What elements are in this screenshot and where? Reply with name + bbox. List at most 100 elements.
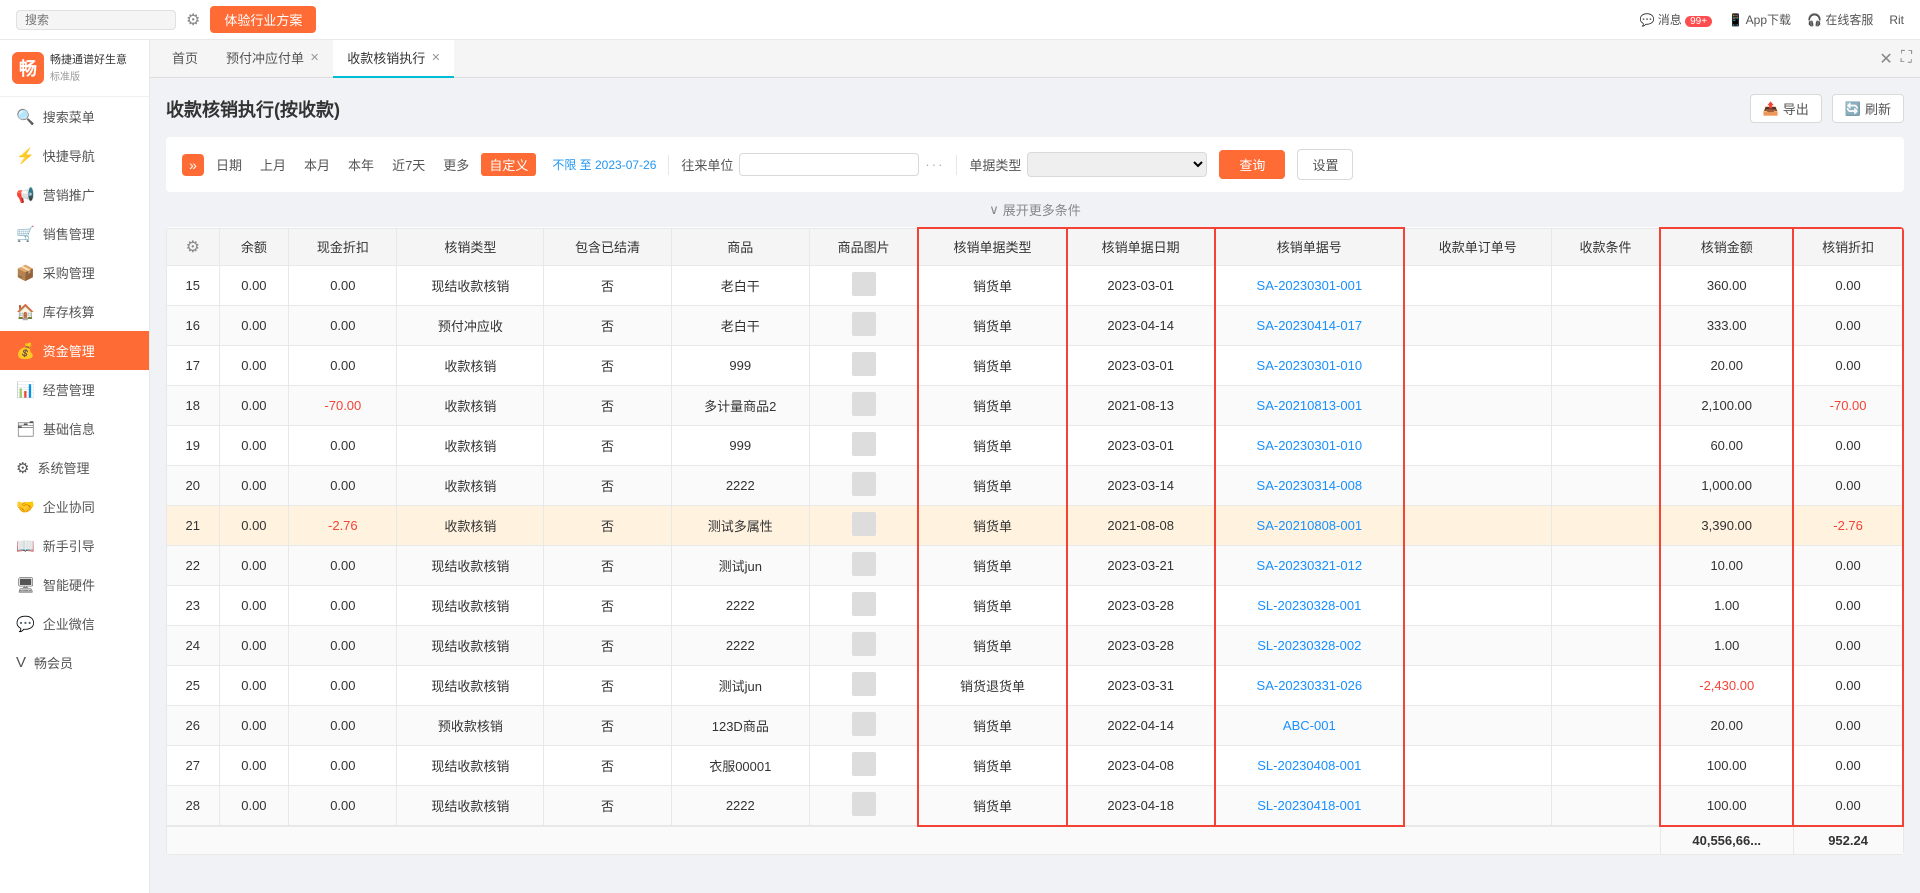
td-12-11 [1551, 745, 1660, 785]
sidebar-item-vip[interactable]: V畅会员 [0, 643, 149, 682]
settings-button[interactable]: 设置 [1297, 149, 1353, 180]
bill-no-link[interactable]: SL-20230418-001 [1257, 798, 1361, 813]
td-11-11 [1551, 705, 1660, 745]
td-5-3: 收款核销 [397, 465, 544, 505]
top-bar-right: 💬 消息 99+ 📱 App下载 🎧 在线客服 Rit [1639, 11, 1904, 28]
sidebar-item-wechat[interactable]: 💬企业微信 [0, 604, 149, 643]
hardware-icon: 🖥 [16, 576, 35, 594]
query-button[interactable]: 查询 [1219, 150, 1285, 179]
td-4-10 [1404, 425, 1552, 465]
td-3-3: 收款核销 [397, 385, 544, 425]
bill-no-link[interactable]: SA-20230301-010 [1257, 358, 1363, 373]
tab-home[interactable]: 首页 [158, 40, 212, 78]
td-1-0: 16 [167, 305, 220, 345]
bill-type-field: 单据类型 [969, 152, 1207, 177]
bill-no-link[interactable]: SA-20210808-001 [1257, 518, 1363, 533]
system-icon: ⚙ [16, 459, 29, 477]
sidebar-item-guide[interactable]: 📖新手引导 [0, 526, 149, 565]
td-8-3: 现结收款核销 [397, 585, 544, 625]
footer-discount: 952.24 [1793, 826, 1903, 855]
td-5-8: 2023-03-14 [1067, 465, 1215, 505]
sidebar-item-hardware[interactable]: 🖥智能硬件 [0, 565, 149, 604]
bill-no-link[interactable]: ABC-001 [1283, 718, 1336, 733]
table-row: 260.000.00预收款核销否123D商品销货单2022-04-14ABC-0… [167, 705, 1904, 745]
th-12: 核销金额 [1660, 228, 1793, 265]
app-download[interactable]: 📱 App下载 [1728, 11, 1791, 28]
sidebar-item-purchase[interactable]: 📦采购管理 [0, 253, 149, 292]
td-6-7: 销货单 [918, 505, 1066, 545]
td-11-2: 0.00 [289, 705, 397, 745]
bill-no-link[interactable]: SA-20230321-012 [1257, 558, 1363, 573]
bill-no-link[interactable]: SL-20230328-001 [1257, 598, 1361, 613]
sidebar-item-inventory[interactable]: 🏠库存核算 [0, 292, 149, 331]
td-9-4: 否 [544, 625, 671, 665]
bill-no-link[interactable]: SA-20230331-026 [1257, 678, 1363, 693]
search-input[interactable] [16, 10, 176, 30]
td-12-7: 销货单 [918, 745, 1066, 785]
td-0-7: 销货单 [918, 265, 1066, 305]
td-13-8: 2023-04-18 [1067, 785, 1215, 826]
sidebar-item-marketing[interactable]: 📢营销推广 [0, 175, 149, 214]
filter-toggle-button[interactable]: » [182, 154, 204, 176]
partner-input[interactable] [739, 153, 919, 176]
date-this-month[interactable]: 本月 [298, 153, 336, 176]
bill-no-link[interactable]: SA-20230301-001 [1257, 278, 1363, 293]
sidebar-item-basic[interactable]: 🗂基础信息 [0, 409, 149, 448]
expand-more[interactable]: ∨ 展开更多条件 [166, 200, 1904, 219]
td-11-8: 2022-04-14 [1067, 705, 1215, 745]
wechat-icon: 💬 [16, 615, 35, 633]
sidebar-item-label: 库存核算 [43, 302, 95, 321]
th-1: 余额 [219, 228, 289, 265]
bill-no-link[interactable]: SA-20230301-010 [1257, 438, 1363, 453]
tab-prepay[interactable]: 预付冲应付单✕ [212, 40, 333, 78]
sidebar-item-sales[interactable]: 🛒销售管理 [0, 214, 149, 253]
td-12-6 [809, 745, 918, 785]
sidebar-item-cooperation[interactable]: 🤝企业协同 [0, 487, 149, 526]
date-more[interactable]: 更多 [437, 153, 475, 176]
sidebar-item-quick-nav[interactable]: ⚡快捷导航 [0, 136, 149, 175]
td-9-9: SL-20230328-002 [1215, 625, 1404, 665]
bill-type-select[interactable] [1027, 152, 1207, 177]
td-11-10 [1404, 705, 1552, 745]
logo-sub: 标准版 [50, 68, 127, 83]
export-button[interactable]: 📤 导出 [1750, 94, 1822, 123]
tab-close-receipt-cancel[interactable]: ✕ [431, 51, 440, 64]
tab-close-prepay[interactable]: ✕ [310, 51, 319, 64]
date-7days[interactable]: 近7天 [386, 153, 431, 176]
bill-no-link[interactable]: SL-20230328-002 [1257, 638, 1361, 653]
table-settings-icon[interactable]: ⚙ [186, 239, 200, 256]
date-this-year[interactable]: 本年 [342, 153, 380, 176]
bill-no-link[interactable]: SA-20230414-017 [1257, 318, 1363, 333]
close-tab-icon[interactable]: ✕ [1879, 49, 1892, 69]
bill-no-link[interactable]: SL-20230408-001 [1257, 758, 1361, 773]
td-1-4: 否 [544, 305, 671, 345]
industry-button[interactable]: 体验行业方案 [210, 6, 316, 33]
td-1-10 [1404, 305, 1552, 345]
td-9-0: 24 [167, 625, 220, 665]
message-badge: 99+ [1685, 16, 1712, 27]
sidebar-item-operations[interactable]: 📊经营管理 [0, 370, 149, 409]
td-6-13: -2.76 [1793, 505, 1903, 545]
sidebar-item-search-menu[interactable]: 🔍搜索菜单 [0, 97, 149, 136]
sidebar-item-system[interactable]: ⚙系统管理 [0, 448, 149, 487]
partner-dots[interactable]: ··· [925, 157, 944, 172]
td-6-2: -2.76 [289, 505, 397, 545]
expand-icon[interactable]: ⛶ [1901, 49, 1912, 69]
refresh-button[interactable]: 🔄 刷新 [1832, 94, 1904, 123]
td-4-12: 60.00 [1660, 425, 1793, 465]
td-1-3: 预付冲应收 [397, 305, 544, 345]
message-icon[interactable]: 💬 消息 99+ [1639, 11, 1712, 28]
bill-no-link[interactable]: SA-20210813-001 [1257, 398, 1363, 413]
date-custom[interactable]: 自定义 [481, 153, 536, 176]
table-row: 280.000.00现结收款核销否2222销货单2023-04-18SL-202… [167, 785, 1904, 826]
td-13-3: 现结收款核销 [397, 785, 544, 826]
sidebar-item-finance[interactable]: 💰资金管理 [0, 331, 149, 370]
td-6-8: 2021-08-08 [1067, 505, 1215, 545]
gear-icon[interactable]: ⚙ [186, 10, 200, 30]
tab-receipt-cancel[interactable]: 收款核销执行✕ [333, 40, 454, 78]
td-1-11 [1551, 305, 1660, 345]
date-last-month[interactable]: 上月 [254, 153, 292, 176]
td-2-9: SA-20230301-010 [1215, 345, 1404, 385]
bill-no-link[interactable]: SA-20230314-008 [1257, 478, 1363, 493]
online-service[interactable]: 🎧 在线客服 [1807, 11, 1873, 28]
